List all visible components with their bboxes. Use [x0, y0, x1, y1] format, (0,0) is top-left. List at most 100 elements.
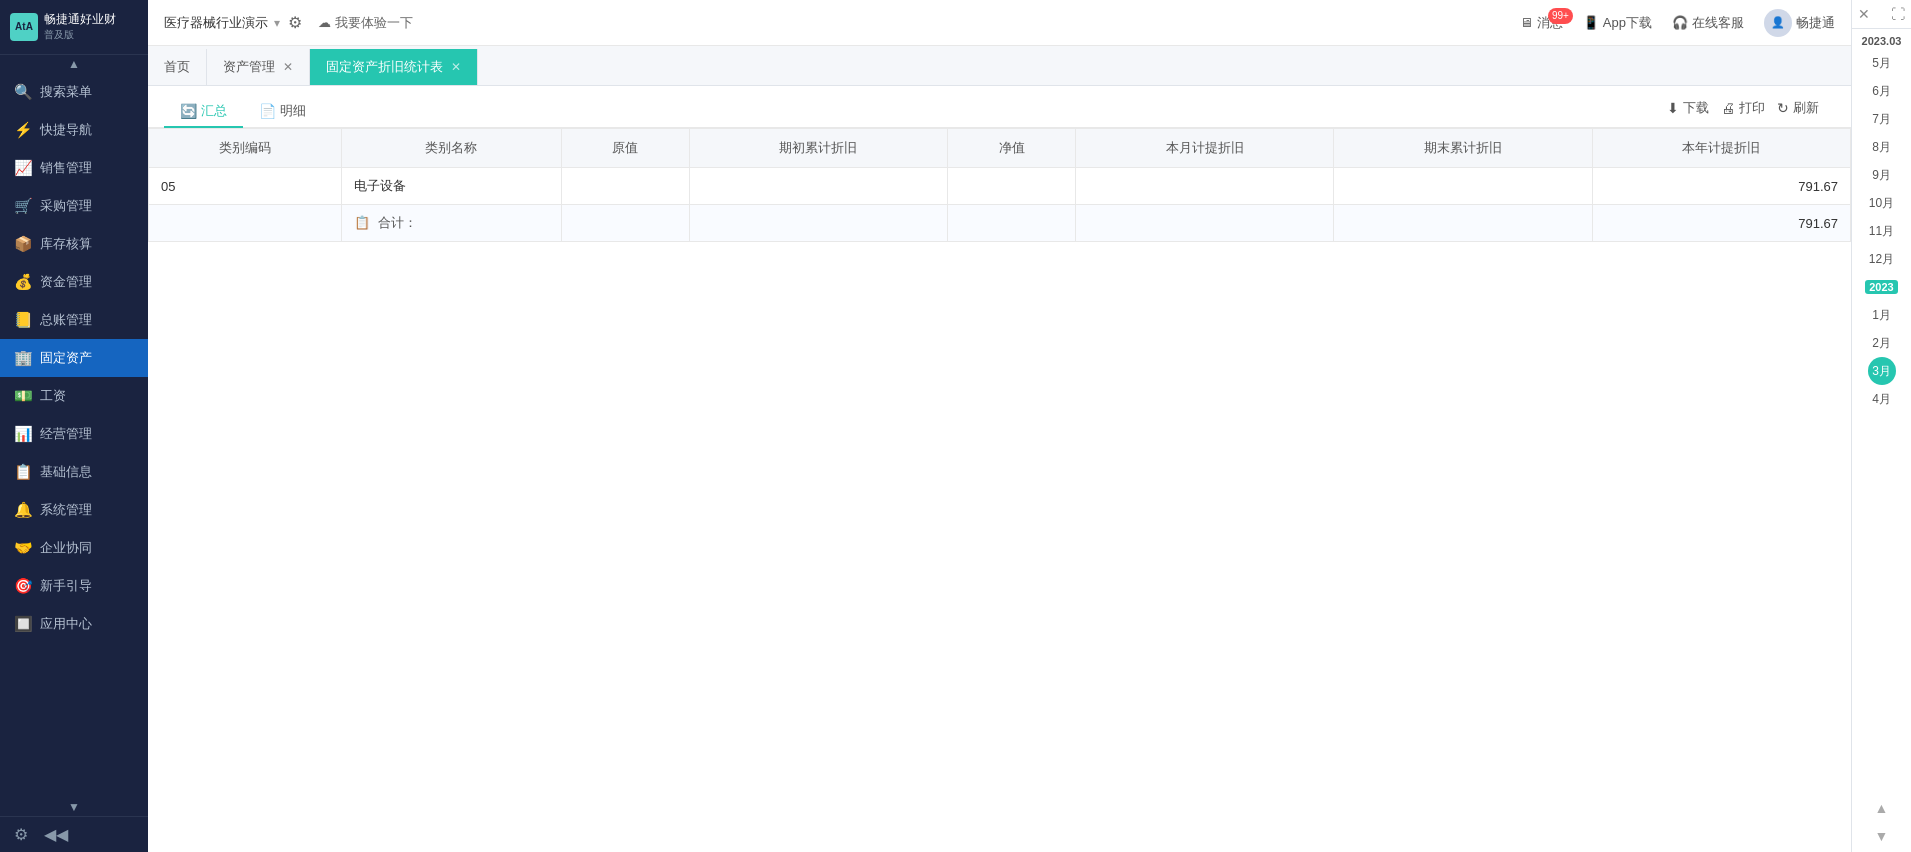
- cell-name: 电子设备: [342, 168, 562, 205]
- sidebar-item-label: 总账管理: [40, 311, 92, 329]
- month-2[interactable]: 2月: [1852, 329, 1911, 357]
- sidebar: AtA 畅捷通好业财 普及版 ▲ 🔍 搜索菜单 ⚡ 快捷导航 📈 销售管理 🛒 …: [0, 0, 148, 852]
- logo-icon: AtA: [10, 13, 38, 41]
- quicknav-icon: ⚡: [14, 121, 32, 139]
- message-btn[interactable]: 🖥 消息 99+: [1520, 14, 1563, 32]
- sidebar-item-label: 基础信息: [40, 463, 92, 481]
- month-7[interactable]: 7月: [1852, 105, 1911, 133]
- main-area: 医疗器械行业演示 ▾ ⚙ ☁ 我要体验一下 🖥 消息 99+ 📱 App下载 🎧…: [148, 0, 1851, 852]
- service-icon: 🎧: [1672, 15, 1688, 30]
- sidebar-item-ops[interactable]: 📊 经营管理: [0, 415, 148, 453]
- col-code: 类别编码: [149, 129, 342, 168]
- total-net: [948, 205, 1076, 242]
- sidebar-item-ledger[interactable]: 📒 总账管理: [0, 301, 148, 339]
- user-menu[interactable]: 👤 畅捷通: [1764, 9, 1835, 37]
- tab-asset[interactable]: 资产管理 ✕: [207, 49, 310, 85]
- refresh-btn[interactable]: ↻ 刷新: [1777, 99, 1819, 117]
- col-year-dep: 本年计提折旧: [1592, 129, 1850, 168]
- system-icon: 🔔: [14, 501, 32, 519]
- experience-btn[interactable]: ☁ 我要体验一下: [318, 14, 413, 32]
- month-4[interactable]: 4月: [1852, 385, 1911, 413]
- tab-depreciation-label: 固定资产折旧统计表: [326, 58, 443, 76]
- sidebar-nav: 🔍 搜索菜单 ⚡ 快捷导航 📈 销售管理 🛒 采购管理 📦 库存核算 💰 资金管…: [0, 73, 148, 798]
- panel-month-list: 5月 6月 7月 8月 9月 10月 11月 12月 2023 1月 2月 3月…: [1852, 49, 1911, 792]
- cell-month-dep: [1075, 168, 1333, 205]
- print-label: 打印: [1739, 99, 1765, 117]
- month-9[interactable]: 9月: [1852, 161, 1911, 189]
- panel-nav-up[interactable]: ▲: [1871, 796, 1893, 820]
- month-5[interactable]: 5月: [1852, 49, 1911, 77]
- sidebar-bottom: ⚙ ◀◀: [0, 816, 148, 852]
- chevron-down-icon: ▾: [274, 16, 280, 30]
- sidebar-item-appcenter[interactable]: 🔲 应用中心: [0, 605, 148, 643]
- subtab-summary-label: 汇总: [201, 102, 227, 120]
- download-btn[interactable]: ⬇ 下载: [1667, 99, 1709, 117]
- sidebar-item-system[interactable]: 🔔 系统管理: [0, 491, 148, 529]
- app-download-btn[interactable]: 📱 App下载: [1583, 14, 1652, 32]
- month-1[interactable]: 1月: [1852, 301, 1911, 329]
- company-name: 医疗器械行业演示: [164, 14, 268, 32]
- app-label: App下载: [1603, 14, 1652, 32]
- total-year-dep: 791.67: [1592, 205, 1850, 242]
- sidebar-item-baseinfo[interactable]: 📋 基础信息: [0, 453, 148, 491]
- sidebar-item-finance[interactable]: 💰 资金管理: [0, 263, 148, 301]
- inventory-icon: 📦: [14, 235, 32, 253]
- toolbar: ⬇ 下载 🖨 打印 ↻ 刷新: [1651, 99, 1835, 125]
- ops-icon: 📊: [14, 425, 32, 443]
- month-11[interactable]: 11月: [1852, 217, 1911, 245]
- panel-nav-down[interactable]: ▼: [1871, 824, 1893, 848]
- sidebar-item-label: 经营管理: [40, 425, 92, 443]
- month-12[interactable]: 12月: [1852, 245, 1911, 273]
- tab-asset-close-icon[interactable]: ✕: [283, 60, 293, 74]
- baseinfo-icon: 📋: [14, 463, 32, 481]
- sidebar-item-guide[interactable]: 🎯 新手引导: [0, 567, 148, 605]
- logo-sub: 普及版: [44, 28, 116, 42]
- sidebar-item-search[interactable]: 🔍 搜索菜单: [0, 73, 148, 111]
- sidebar-scroll-up[interactable]: ▲: [68, 57, 80, 71]
- download-icon: ⬇: [1667, 100, 1679, 116]
- sidebar-item-collab[interactable]: 🤝 企业协同: [0, 529, 148, 567]
- depreciation-table: 类别编码 类别名称 原值 期初累计折旧 净值 本月计提折旧 期末累计折旧 本年计…: [148, 128, 1851, 242]
- table-total-row: 📋 合计： 791.67: [149, 205, 1851, 242]
- message-icon: 🖥: [1520, 15, 1533, 30]
- refresh-icon: ↻: [1777, 100, 1789, 116]
- settings-bottom-icon[interactable]: ⚙: [14, 825, 28, 844]
- col-original: 原值: [561, 129, 689, 168]
- tab-depreciation-close-icon[interactable]: ✕: [451, 60, 461, 74]
- cell-begin-accum: [689, 168, 947, 205]
- subtab-summary[interactable]: 🔄 汇总: [164, 96, 243, 128]
- sidebar-scroll-down[interactable]: ▼: [68, 800, 80, 814]
- total-original: [561, 205, 689, 242]
- col-begin-accum: 期初累计折旧: [689, 129, 947, 168]
- collapse-icon[interactable]: ◀◀: [44, 825, 68, 844]
- panel-expand-icon[interactable]: ⛶: [1891, 6, 1905, 22]
- month-6[interactable]: 6月: [1852, 77, 1911, 105]
- sidebar-item-payroll[interactable]: 💵 工资: [0, 377, 148, 415]
- panel-close-icon[interactable]: ✕: [1858, 6, 1870, 22]
- tab-home-label: 首页: [164, 58, 190, 76]
- company-selector[interactable]: 医疗器械行业演示 ▾: [164, 14, 280, 32]
- topbar: 医疗器械行业演示 ▾ ⚙ ☁ 我要体验一下 🖥 消息 99+ 📱 App下载 🎧…: [148, 0, 1851, 46]
- sidebar-item-inventory[interactable]: 📦 库存核算: [0, 225, 148, 263]
- tab-home[interactable]: 首页: [148, 49, 207, 85]
- page-content: 🔄 汇总 📄 明细 ⬇ 下载 🖨 打印 ↻ 刷新: [148, 86, 1851, 852]
- cell-end-accum: [1334, 168, 1592, 205]
- year-2023-label: 2023: [1852, 273, 1911, 301]
- sidebar-item-fixedasset[interactable]: 🏢 固定资产: [0, 339, 148, 377]
- sidebar-item-label: 工资: [40, 387, 66, 405]
- month-10[interactable]: 10月: [1852, 189, 1911, 217]
- sidebar-item-label: 搜索菜单: [40, 83, 92, 101]
- subtab-detail[interactable]: 📄 明细: [243, 96, 322, 128]
- cell-original: [561, 168, 689, 205]
- month-3-wrapper: 3月: [1852, 357, 1911, 385]
- month-8[interactable]: 8月: [1852, 133, 1911, 161]
- sidebar-item-purchase[interactable]: 🛒 采购管理: [0, 187, 148, 225]
- month-3[interactable]: 3月: [1868, 357, 1896, 385]
- col-month-dep: 本月计提折旧: [1075, 129, 1333, 168]
- sidebar-item-sales[interactable]: 📈 销售管理: [0, 149, 148, 187]
- sidebar-item-quicknav[interactable]: ⚡ 快捷导航: [0, 111, 148, 149]
- service-btn[interactable]: 🎧 在线客服: [1672, 14, 1744, 32]
- topbar-settings-icon[interactable]: ⚙: [288, 13, 302, 32]
- print-btn[interactable]: 🖨 打印: [1721, 99, 1765, 117]
- tab-depreciation[interactable]: 固定资产折旧统计表 ✕: [310, 49, 478, 85]
